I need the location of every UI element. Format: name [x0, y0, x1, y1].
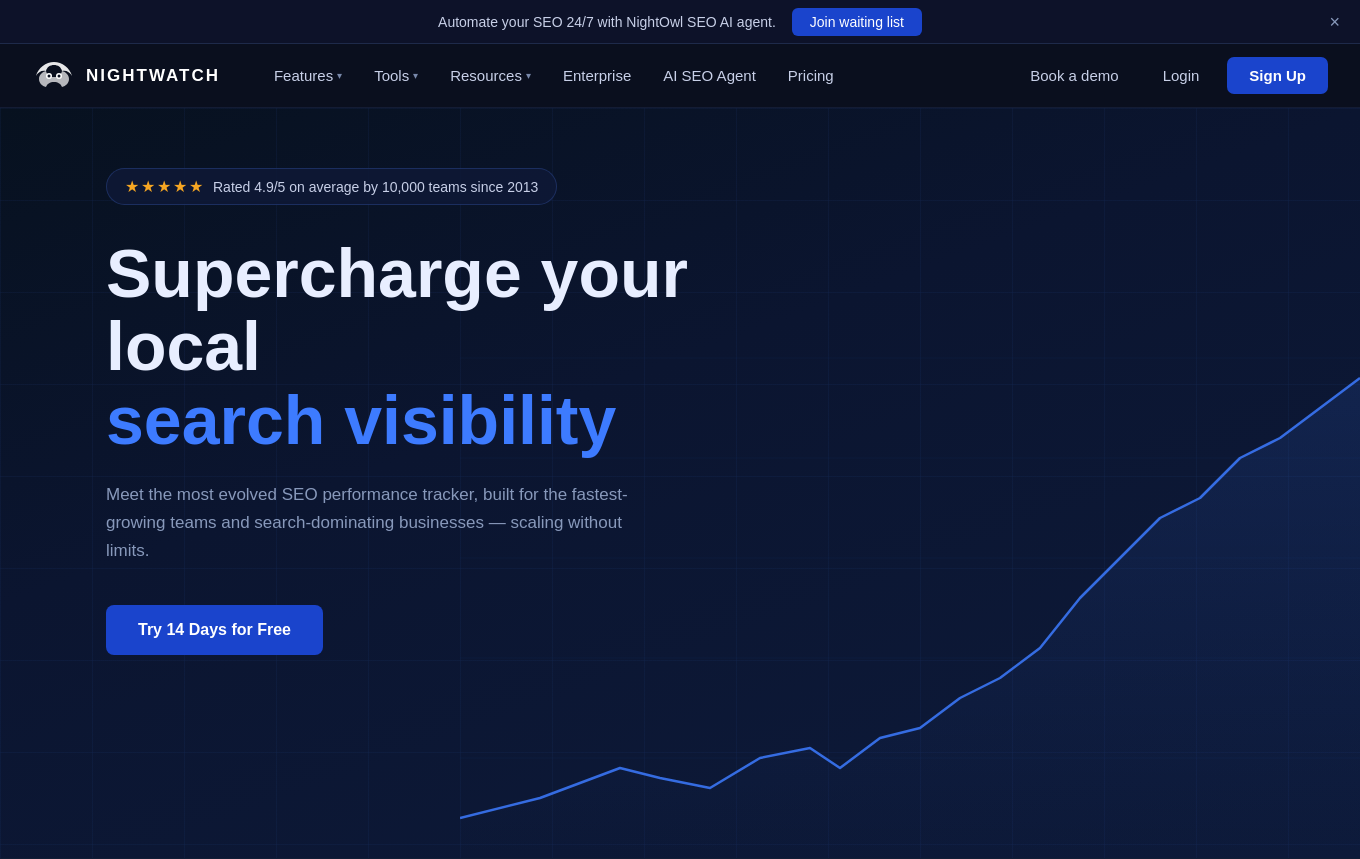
star-rating: ★ ★ ★ ★ ★: [125, 177, 203, 196]
star-5: ★: [189, 177, 203, 196]
book-demo-button[interactable]: Book a demo: [1014, 59, 1134, 92]
navbar: NIGHTWATCH Features ▾ Tools ▾ Resources …: [0, 44, 1360, 108]
nav-enterprise[interactable]: Enterprise: [549, 59, 645, 92]
star-2: ★: [141, 177, 155, 196]
nav-resources[interactable]: Resources ▾: [436, 59, 545, 92]
nav-pricing[interactable]: Pricing: [774, 59, 848, 92]
nav-features[interactable]: Features ▾: [260, 59, 356, 92]
tools-chevron-icon: ▾: [413, 70, 418, 81]
resources-chevron-icon: ▾: [526, 70, 531, 81]
hero-subtitle: Meet the most evolved SEO performance tr…: [106, 481, 666, 565]
signup-button[interactable]: Sign Up: [1227, 57, 1328, 94]
logo[interactable]: NIGHTWATCH: [32, 60, 220, 92]
hero-section: ★ ★ ★ ★ ★ Rated 4.9/5 on average by 10,0…: [0, 108, 1360, 858]
logo-icon: [32, 60, 76, 92]
features-chevron-icon: ▾: [337, 70, 342, 81]
star-1: ★: [125, 177, 139, 196]
hero-title: Supercharge your local search visibility: [106, 237, 700, 457]
hero-cta-button[interactable]: Try 14 Days for Free: [106, 605, 323, 655]
rating-text: Rated 4.9/5 on average by 10,000 teams s…: [213, 179, 538, 195]
nav-ai-seo-agent[interactable]: AI SEO Agent: [649, 59, 770, 92]
announcement-bar: Automate your SEO 24/7 with NightOwl SEO…: [0, 0, 1360, 44]
hero-title-line1: Supercharge your local: [106, 235, 688, 384]
hero-content: ★ ★ ★ ★ ★ Rated 4.9/5 on average by 10,0…: [0, 108, 700, 655]
hero-title-line2: search visibility: [106, 382, 616, 458]
star-4: ★: [173, 177, 187, 196]
join-waitinglist-button[interactable]: Join waiting list: [792, 8, 922, 36]
announcement-close-button[interactable]: ×: [1329, 13, 1340, 31]
login-button[interactable]: Login: [1147, 59, 1216, 92]
rating-badge: ★ ★ ★ ★ ★ Rated 4.9/5 on average by 10,0…: [106, 168, 557, 205]
nav-tools[interactable]: Tools ▾: [360, 59, 432, 92]
nav-links: Features ▾ Tools ▾ Resources ▾ Enterpris…: [260, 59, 1014, 92]
star-3: ★: [157, 177, 171, 196]
logo-text: NIGHTWATCH: [86, 66, 220, 86]
svg-point-3: [58, 74, 61, 77]
announcement-text: Automate your SEO 24/7 with NightOwl SEO…: [438, 14, 776, 30]
nav-right: Book a demo Login Sign Up: [1014, 57, 1328, 94]
svg-point-2: [48, 74, 51, 77]
